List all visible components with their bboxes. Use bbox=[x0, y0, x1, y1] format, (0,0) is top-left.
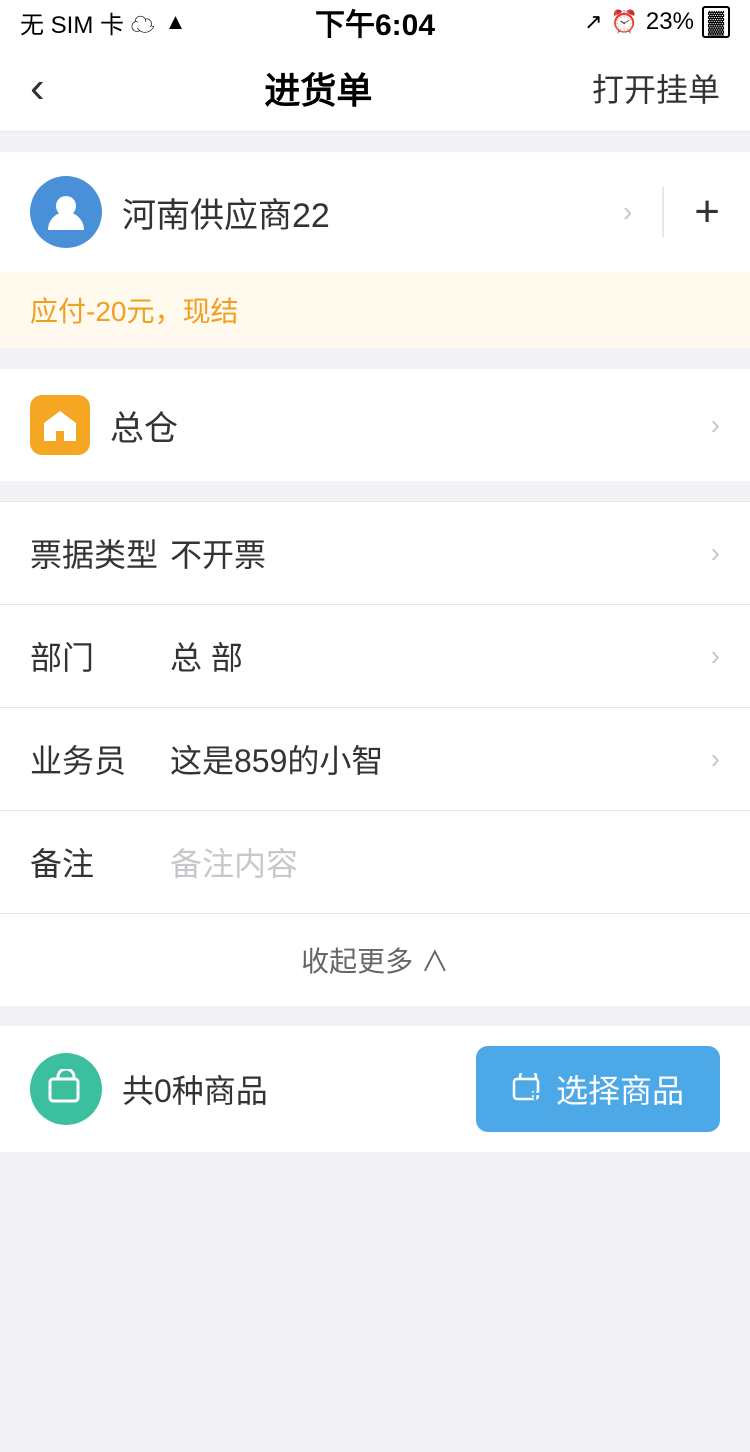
wifi-icon: ▲ bbox=[165, 9, 187, 35]
collapse-label: 收起更多 ∧ bbox=[301, 940, 449, 980]
alarm-icon: ⏰ bbox=[611, 9, 638, 35]
supplier-divider bbox=[662, 187, 664, 237]
invoice-type-value: 不开票 bbox=[170, 530, 711, 576]
select-product-label: 选择商品 bbox=[556, 1066, 684, 1112]
remark-row[interactable]: 备注 备注内容 bbox=[0, 810, 750, 913]
salesperson-arrow-icon: › bbox=[711, 743, 720, 775]
cart-icon bbox=[46, 1069, 86, 1109]
status-time: 下午6:04 bbox=[315, 0, 435, 44]
notice-text: 应付-20元，现结 bbox=[30, 296, 238, 327]
person-icon bbox=[44, 190, 88, 234]
remark-label: 备注 bbox=[30, 839, 170, 885]
section-gap-4 bbox=[0, 1006, 750, 1026]
department-row[interactable]: 部门 总 部 › bbox=[0, 604, 750, 707]
select-product-icon bbox=[512, 1073, 544, 1105]
supplier-row[interactable]: 河南供应商22 › + bbox=[0, 152, 750, 272]
invoice-type-arrow-icon: › bbox=[711, 537, 720, 569]
notice-bar: 应付-20元，现结 bbox=[0, 272, 750, 348]
warehouse-icon bbox=[30, 395, 90, 455]
section-gap-2 bbox=[0, 348, 750, 368]
form-card: 票据类型 不开票 › 部门 总 部 › 业务员 这是859的小智 › 备注 备注… bbox=[0, 501, 750, 1006]
battery-text: 23% bbox=[646, 8, 694, 36]
warehouse-card: 总仓 › bbox=[0, 368, 750, 481]
department-value: 总 部 bbox=[170, 633, 711, 679]
signal-text: 无 SIM 卡 ☁ bbox=[20, 5, 155, 40]
product-icon bbox=[30, 1053, 102, 1125]
nav-bar: ‹ 进货单 打开挂单 bbox=[0, 44, 750, 132]
salesperson-value: 这是859的小智 bbox=[170, 736, 711, 782]
status-right: ↗ ⏰ 23% ▓ bbox=[584, 6, 730, 38]
supplier-name: 河南供应商22 bbox=[122, 188, 623, 237]
invoice-type-label: 票据类型 bbox=[30, 530, 170, 576]
open-pending-button[interactable]: 打开挂单 bbox=[592, 65, 720, 111]
warehouse-name: 总仓 bbox=[110, 401, 711, 450]
remark-value[interactable]: 备注内容 bbox=[170, 839, 720, 885]
warehouse-row[interactable]: 总仓 › bbox=[0, 368, 750, 481]
page-title: 进货单 bbox=[264, 62, 372, 114]
add-button[interactable]: + bbox=[694, 190, 720, 234]
bottom-fill bbox=[0, 1152, 750, 1452]
section-gap-3 bbox=[0, 481, 750, 501]
salesperson-label: 业务员 bbox=[30, 736, 170, 782]
warehouse-arrow-icon: › bbox=[711, 409, 720, 441]
supplier-card: 河南供应商22 › + 应付-20元，现结 bbox=[0, 152, 750, 348]
product-count-label: 共0种商品 bbox=[122, 1066, 456, 1112]
select-product-button[interactable]: 选择商品 bbox=[476, 1046, 720, 1132]
section-gap-1 bbox=[0, 132, 750, 152]
status-bar: 无 SIM 卡 ☁ ▲ 下午6:04 ↗ ⏰ 23% ▓ bbox=[0, 0, 750, 44]
status-left: 无 SIM 卡 ☁ ▲ bbox=[20, 5, 186, 40]
house-icon bbox=[42, 407, 78, 443]
collapse-row[interactable]: 收起更多 ∧ bbox=[0, 913, 750, 1006]
department-arrow-icon: › bbox=[711, 640, 720, 672]
back-button[interactable]: ‹ bbox=[30, 66, 45, 110]
location-icon: ↗ bbox=[584, 9, 602, 35]
supplier-avatar bbox=[30, 176, 102, 248]
salesperson-row[interactable]: 业务员 这是859的小智 › bbox=[0, 707, 750, 810]
product-bar: 共0种商品 选择商品 bbox=[0, 1026, 750, 1152]
supplier-arrow-icon: › bbox=[623, 196, 632, 228]
invoice-type-row[interactable]: 票据类型 不开票 › bbox=[0, 501, 750, 604]
department-label: 部门 bbox=[30, 633, 170, 679]
battery-icon: ▓ bbox=[702, 6, 730, 38]
